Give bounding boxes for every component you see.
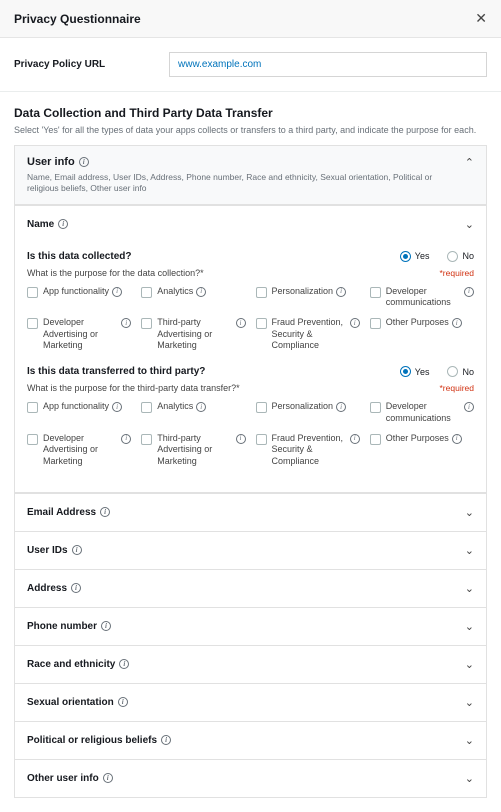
sub-accordion-email[interactable]: Email Addressi ⌄ [15,493,486,531]
info-icon[interactable]: i [71,583,81,593]
privacy-url-label: Privacy Policy URL [14,59,169,70]
panel-title: User info i [27,156,465,168]
checkbox-fraud-prevention[interactable]: Fraud Prevention, Security & Compliancei [256,317,360,352]
chevron-down-icon[interactable]: ⌄ [465,658,474,671]
sub-accordion-address[interactable]: Addressi ⌄ [15,569,486,607]
info-icon: i [196,287,206,297]
chevron-down-icon[interactable]: ⌄ [465,506,474,519]
radio-yes[interactable]: Yes [400,251,430,262]
section-desc: Select 'Yes' for all the types of data y… [14,124,487,137]
purpose-question-transferred: What is the purpose for the third-party … [27,383,240,393]
checkbox-app-functionality[interactable]: App functionalityi [27,401,131,424]
checkbox-thirdparty-advertising[interactable]: Third-party Advertising or Marketingi [141,433,245,468]
section-header: Data Collection and Third Party Data Tra… [0,92,501,145]
info-icon[interactable]: i [161,735,171,745]
info-icon: i [464,402,474,412]
radio-group-collected: Yes No [400,251,474,262]
info-icon: i [464,287,474,297]
info-icon[interactable]: i [119,659,129,669]
checkbox-developer-comms[interactable]: Developer communicationsi [370,401,474,424]
info-icon: i [452,318,462,328]
checkbox-grid-collected: App functionalityi Analyticsi Personaliz… [27,286,474,352]
panel-subtitle: Name, Email address, User IDs, Address, … [27,172,457,194]
radio-yes[interactable]: Yes [400,366,430,377]
checkbox-personalization[interactable]: Personalizationi [256,286,360,309]
required-label: *required [440,383,475,393]
info-icon[interactable]: i [58,219,68,229]
info-icon: i [336,402,346,412]
info-icon: i [121,434,131,444]
info-icon[interactable]: i [100,507,110,517]
sub-title-name: Name i [27,219,68,230]
dialog-header: Privacy Questionnaire ✕ [0,0,501,38]
checkbox-app-functionality[interactable]: App functionalityi [27,286,131,309]
info-icon: i [236,318,246,328]
info-icon[interactable]: i [101,621,111,631]
checkbox-fraud-prevention[interactable]: Fraud Prevention, Security & Compliancei [256,433,360,468]
required-label: *required [440,268,475,278]
info-icon[interactable]: i [79,157,89,167]
checkbox-personalization[interactable]: Personalizationi [256,401,360,424]
info-icon[interactable]: i [72,545,82,555]
checkbox-developer-advertising[interactable]: Developer Advertising or Marketingi [27,433,131,468]
sub-accordion-name[interactable]: Name i ⌄ [15,205,486,243]
sub-accordion-sexual-orientation[interactable]: Sexual orientationi ⌄ [15,683,486,721]
info-icon: i [112,287,122,297]
chevron-up-icon[interactable]: ⌃ [465,156,474,169]
checkbox-grid-transferred: App functionalityi Analyticsi Personaliz… [27,401,474,467]
chevron-down-icon[interactable]: ⌄ [465,544,474,557]
chevron-down-icon[interactable]: ⌄ [465,218,474,231]
radio-group-transferred: Yes No [400,366,474,377]
info-icon: i [196,402,206,412]
checkbox-developer-advertising[interactable]: Developer Advertising or Marketingi [27,317,131,352]
info-icon: i [236,434,246,444]
question-collected: Is this data collected? [27,251,131,262]
info-icon[interactable]: i [118,697,128,707]
chevron-down-icon[interactable]: ⌄ [465,734,474,747]
chevron-down-icon[interactable]: ⌄ [465,620,474,633]
checkbox-analytics[interactable]: Analyticsi [141,401,245,424]
privacy-url-input[interactable] [169,52,487,77]
radio-no[interactable]: No [447,251,474,262]
sub-accordion-phone[interactable]: Phone numberi ⌄ [15,607,486,645]
checkbox-other-purposes[interactable]: Other Purposesi [370,317,474,352]
privacy-url-row: Privacy Policy URL [0,38,501,92]
radio-no[interactable]: No [447,366,474,377]
checkbox-analytics[interactable]: Analyticsi [141,286,245,309]
sub-accordion-userids[interactable]: User IDsi ⌄ [15,531,486,569]
chevron-down-icon[interactable]: ⌄ [465,696,474,709]
sub-accordion-other-user-info[interactable]: Other user infoi ⌄ [15,759,486,797]
info-icon: i [121,318,131,328]
purpose-question-collected: What is the purpose for the data collect… [27,268,204,278]
name-expanded-content: Is this data collected? Yes No What is t… [15,251,486,480]
info-icon: i [112,402,122,412]
sub-accordion-race[interactable]: Race and ethnicityi ⌄ [15,645,486,683]
info-icon: i [452,434,462,444]
sub-accordion-political-religious[interactable]: Political or religious beliefsi ⌄ [15,721,486,759]
question-transferred: Is this data transferred to third party? [27,366,205,377]
checkbox-developer-comms[interactable]: Developer communicationsi [370,286,474,309]
chevron-down-icon[interactable]: ⌄ [465,772,474,785]
chevron-down-icon[interactable]: ⌄ [465,582,474,595]
section-title: Data Collection and Third Party Data Tra… [14,106,487,120]
panel-header[interactable]: User info i Name, Email address, User ID… [15,146,486,205]
info-icon: i [350,434,360,444]
info-icon: i [336,287,346,297]
user-info-panel: User info i Name, Email address, User ID… [14,145,487,798]
close-button[interactable]: ✕ [475,10,487,27]
dialog-title: Privacy Questionnaire [14,12,141,26]
info-icon[interactable]: i [103,773,113,783]
info-icon: i [350,318,360,328]
checkbox-thirdparty-advertising[interactable]: Third-party Advertising or Marketingi [141,317,245,352]
checkbox-other-purposes[interactable]: Other Purposesi [370,433,474,468]
